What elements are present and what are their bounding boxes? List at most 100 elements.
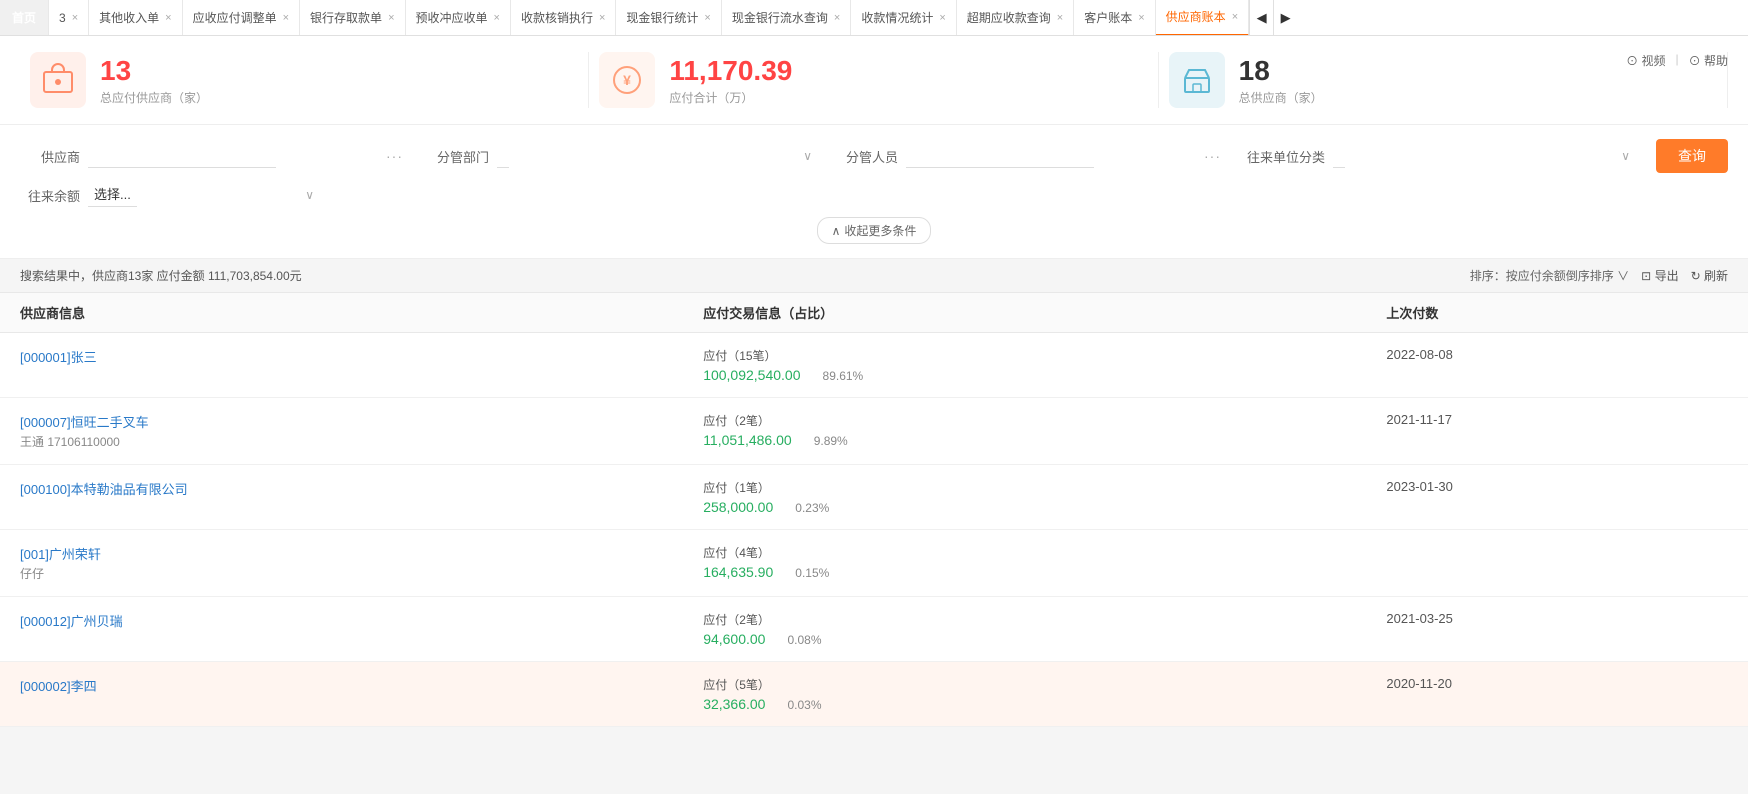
payable-amount-text: 11,170.39 应付合计（万） [669,55,792,106]
nav-tab-adjustment[interactable]: 应收应付调整单 × [183,0,300,36]
filter-category: 往来单位分类 ∨ [1247,144,1636,168]
last-pay-date-0: 2022-08-08 [1386,347,1453,362]
supplier-cell-0: [000001]张三 [20,347,703,366]
supplier-dots-icon: ··· [386,148,403,164]
help-link[interactable]: ⊙ 帮助 [1689,52,1728,69]
refresh-btn[interactable]: ↻ 刷新 [1691,267,1728,284]
summary-bar: 13 总应付供应商（家） ¥ 11,170.39 应付合计（万） [0,36,1748,125]
main-content: 13 总应付供应商（家） ¥ 11,170.39 应付合计（万） [0,36,1748,794]
close-tab-6[interactable]: × [704,12,710,24]
nav-next-arrow[interactable]: ▶ [1273,0,1297,36]
query-button[interactable]: 查询 [1656,139,1728,173]
nav-tab-advance[interactable]: 预收冲应收单 × [406,0,511,36]
tx-percent-5: 0.03% [787,698,821,712]
last-pay-cell-2: 2023-01-30 [1386,479,1728,494]
person-input[interactable] [906,144,1094,168]
category-dropdown-wrap: ∨ [1333,144,1636,168]
tx-amount-row-1: 11,051,486.00 9.89% [703,432,1386,448]
collapse-button[interactable]: ∧ 收起更多条件 [817,217,932,244]
supplier-link-2[interactable]: [000100]本特勒油品有限公司 [20,482,188,497]
tx-amount-5[interactable]: 32,366.00 [703,696,765,712]
close-tab-1[interactable]: × [165,12,171,24]
payable-amount-number: 11,170.39 [669,55,792,87]
table-row: [001]广州荣轩 仔仔 应付（4笔） 164,635.90 0.15% [0,530,1748,597]
supplier-sub-1: 王通 17106110000 [20,433,703,450]
supplier-link-4[interactable]: [000012]广州贝瑞 [20,614,123,629]
balance-filter-label: 往来余额 [20,186,80,205]
close-tab-11[interactable]: × [1232,11,1238,23]
tx-amount-3[interactable]: 164,635.90 [703,564,773,580]
supplier-cell-3: [001]广州荣轩 仔仔 [20,544,703,582]
payable-suppliers-text: 13 总应付供应商（家） [100,55,208,106]
total-suppliers-number: 18 [1239,55,1323,87]
nav-prev-arrow[interactable]: ◀ [1249,0,1273,36]
tx-amount-1[interactable]: 11,051,486.00 [703,432,792,448]
nav-tab-other-income[interactable]: 其他收入单 × [89,0,182,36]
nav-tab-payment-exec[interactable]: 收款核销执行 × [511,0,616,36]
nav-tab-collection-stat[interactable]: 收款情况统计 × [851,0,956,36]
dept-select[interactable] [497,144,509,168]
close-tab-8[interactable]: × [939,12,945,24]
tx-cell-4: 应付（2笔） 94,600.00 0.08% [703,611,1386,647]
close-tab-4[interactable]: × [494,12,500,24]
results-bar: 搜索结果中，供应商13家 应付金额 111,703,854.00元 排序：按应付… [0,259,1748,293]
supplier-cell-1: [000007]恒旺二手叉车 王通 17106110000 [20,412,703,450]
last-pay-cell-0: 2022-08-08 [1386,347,1728,362]
close-tab-0[interactable]: × [72,12,78,24]
payable-suppliers-label: 总应付供应商（家） [100,89,208,106]
export-btn[interactable]: ⊡ 导出 [1641,267,1678,284]
tx-percent-2: 0.23% [795,501,829,515]
total-suppliers-text: 18 总供应商（家） [1239,55,1323,106]
last-pay-date-1: 2021-11-17 [1386,412,1452,427]
nav-home[interactable]: 首页 [0,0,49,36]
collapse-arrow-icon: ∧ [832,224,841,238]
tx-cell-5: 应付（5笔） 32,366.00 0.03% [703,676,1386,712]
tx-amount-2[interactable]: 258,000.00 [703,499,773,515]
nav-tab-3[interactable]: 3 × [49,0,89,36]
person-input-wrap: ··· [906,144,1227,168]
close-tab-7[interactable]: × [834,12,840,24]
store-icon [1169,52,1225,108]
tx-amount-0[interactable]: 100,092,540.00 [703,367,800,383]
sort-label: 排序：按应付余额倒序排序 ∨ [1470,267,1629,284]
balance-select[interactable]: 选择... [88,183,137,207]
category-select[interactable] [1333,144,1345,168]
supplier-cell-4: [000012]广州贝瑞 [20,611,703,630]
close-tab-9[interactable]: × [1057,12,1063,24]
video-link[interactable]: ⊙ 视频 [1626,52,1665,69]
table-row: [000002]李四 应付（5笔） 32,366.00 0.03% 2020-1… [0,662,1748,727]
filter-row-1: 供应商 ··· 分管部门 ∨ 分管人员 ··· [20,139,1728,173]
nav-tab-supplier-ledger[interactable]: 供应商账本 × [1156,0,1249,36]
tx-cell-0: 应付（15笔） 100,092,540.00 89.61% [703,347,1386,383]
last-pay-cell-1: 2021-11-17 [1386,412,1728,427]
supplier-link-1[interactable]: [000007]恒旺二手叉车 [20,415,149,430]
col-tx-info: 应付交易信息（占比） [703,303,1386,322]
nav-tab-bank-deposit[interactable]: 银行存取款单 × [300,0,405,36]
tx-cell-2: 应付（1笔） 258,000.00 0.23% [703,479,1386,515]
balance-dropdown-wrap: 选择... ∨ [88,183,320,207]
supplier-input[interactable] [88,144,276,168]
tx-amount-4[interactable]: 94,600.00 [703,631,765,647]
close-tab-2[interactable]: × [283,12,289,24]
close-tab-3[interactable]: × [388,12,394,24]
table-row: [000012]广州贝瑞 应付（2笔） 94,600.00 0.08% 2021… [0,597,1748,662]
tx-label-4: 应付（2笔） [703,611,1386,628]
last-pay-cell-4: 2021-03-25 [1386,611,1728,626]
nav-tab-cash-bank-stat[interactable]: 现金银行统计 × [616,0,721,36]
dept-arrow-icon: ∨ [803,149,812,163]
tx-percent-4: 0.08% [787,633,821,647]
nav-tab-overdue-query[interactable]: 超期应收款查询 × [957,0,1074,36]
supplier-link-5[interactable]: [000002]李四 [20,679,97,694]
nav-tab-customer-ledger[interactable]: 客户账本 × [1074,0,1155,36]
close-tab-5[interactable]: × [599,12,605,24]
person-filter-label: 分管人员 [838,147,898,166]
tx-cell-3: 应付（4笔） 164,635.90 0.15% [703,544,1386,580]
supplier-link-0[interactable]: [000001]张三 [20,350,97,365]
results-summary: 搜索结果中，供应商13家 应付金额 111,703,854.00元 [20,267,302,284]
summary-card-payable-suppliers: 13 总应付供应商（家） [20,52,589,108]
filter-balance: 往来余额 选择... ∨ [20,183,320,207]
tx-percent-0: 89.61% [823,369,864,383]
supplier-link-3[interactable]: [001]广州荣轩 [20,547,101,562]
close-tab-10[interactable]: × [1138,12,1144,24]
nav-tab-cashflow-query[interactable]: 现金银行流水查询 × [722,0,851,36]
